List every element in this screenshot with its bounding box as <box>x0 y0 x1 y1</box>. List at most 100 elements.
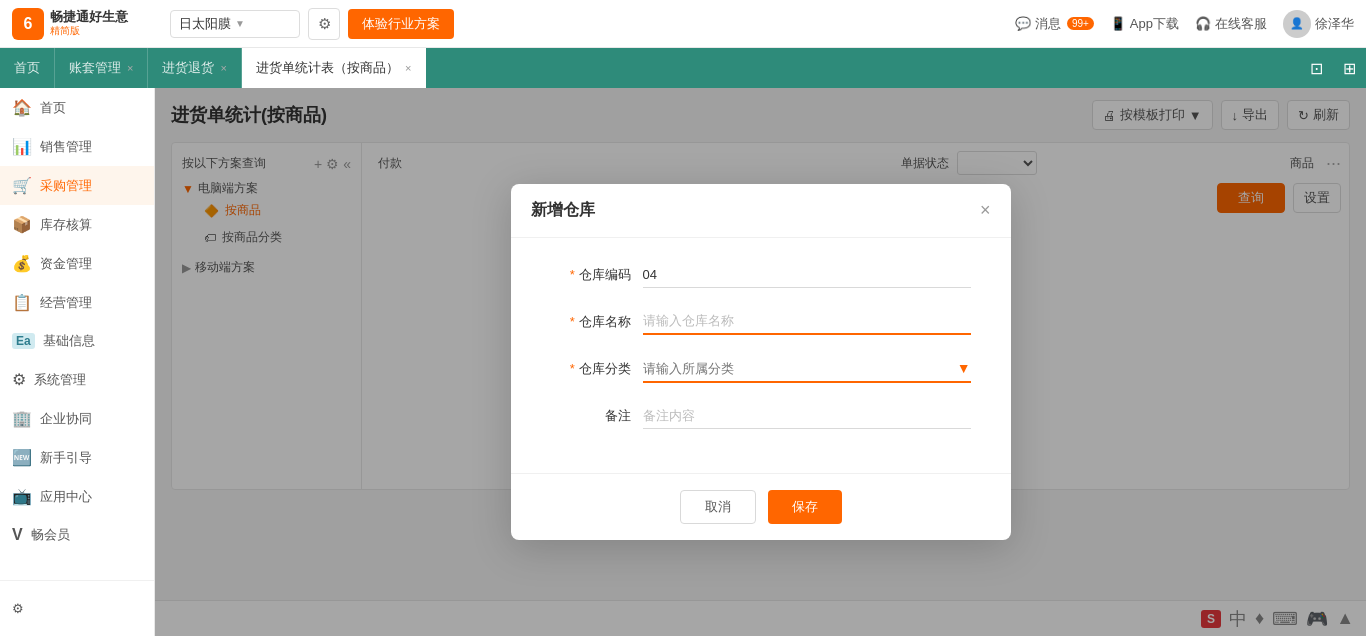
brand-name: 畅捷通好生意 <box>50 9 128 25</box>
note-input[interactable] <box>643 403 971 429</box>
sidebar-item-inventory[interactable]: 📦 库存核算 <box>0 205 154 244</box>
vip-icon: V <box>12 526 23 544</box>
finance-icon: 💰 <box>12 254 32 273</box>
sales-icon: 📊 <box>12 137 32 156</box>
basic-info-icon: Ea <box>12 333 35 349</box>
cancel-button[interactable]: 取消 <box>680 490 756 524</box>
settings-bottom-icon: ⚙ <box>12 601 24 616</box>
sidebar-item-basic-info[interactable]: Ea 基础信息 <box>0 322 154 360</box>
code-input[interactable] <box>643 262 971 288</box>
new-warehouse-modal: 新增仓库 × 仓库编码 仓库名称 仓库 <box>511 184 1011 540</box>
sidebar-item-operation-label: 经营管理 <box>40 294 92 312</box>
sidebar-item-app-center-label: 应用中心 <box>40 488 92 506</box>
name-label: 仓库名称 <box>551 313 631 331</box>
guide-icon: 🆕 <box>12 448 32 467</box>
sidebar-item-operation[interactable]: 📋 经营管理 <box>0 283 154 322</box>
app-download-item[interactable]: 📱 App下载 <box>1110 15 1179 33</box>
user-item[interactable]: 👤 徐泽华 <box>1283 10 1354 38</box>
tab-purchase-stat-label: 进货单统计表（按商品） <box>256 59 399 77</box>
inventory-icon: 📦 <box>12 215 32 234</box>
tab-bar: 首页 账套管理 × 进货退货 × 进货单统计表（按商品） × ⊡ ⊞ <box>0 48 1366 88</box>
modal-header: 新增仓库 × <box>511 184 1011 238</box>
tab-right-buttons: ⊡ ⊞ <box>1300 59 1366 78</box>
tab-home-label: 首页 <box>14 59 40 77</box>
form-row-note: 备注 <box>551 403 971 429</box>
content-area: 进货单统计(按商品) 🖨 按模板打印 ▼ ↓ 导出 ↻ 刷新 <box>155 88 1366 636</box>
sidebar-item-finance-label: 资金管理 <box>40 255 92 273</box>
messages-item[interactable]: 💬 消息 99+ <box>1015 15 1094 33</box>
purchase-icon: 🛒 <box>12 176 32 195</box>
tab-purchase-return-close[interactable]: × <box>220 62 226 74</box>
modal-footer: 取消 保存 <box>511 473 1011 540</box>
sidebar-item-system[interactable]: ⚙ 系统管理 <box>0 360 154 399</box>
tab-purchase-return-label: 进货退货 <box>162 59 214 77</box>
name-input[interactable] <box>643 308 971 335</box>
headset-icon: 🎧 <box>1195 16 1211 31</box>
store-arrow-icon: ▼ <box>235 18 245 29</box>
app-download-icon: 📱 <box>1110 16 1126 31</box>
tab-purchase-stat[interactable]: 进货单统计表（按商品） × <box>242 48 426 88</box>
sidebar-item-app-center[interactable]: 📺 应用中心 <box>0 477 154 516</box>
home-icon: 🏠 <box>12 98 32 117</box>
sidebar-item-purchase-label: 采购管理 <box>40 177 92 195</box>
message-icon: 💬 <box>1015 16 1031 31</box>
enterprise-icon: 🏢 <box>12 409 32 428</box>
settings-icon[interactable]: ⚙ <box>308 8 340 40</box>
user-avatar-icon: 👤 <box>1290 17 1304 30</box>
sidebar-item-guide-label: 新手引导 <box>40 449 92 467</box>
sidebar-item-home-label: 首页 <box>40 99 66 117</box>
sidebar-item-purchase[interactable]: 🛒 采购管理 <box>0 166 154 205</box>
sidebar: 🏠 首页 📊 销售管理 🛒 采购管理 📦 库存核算 💰 资金管理 📋 经营管理 … <box>0 88 155 636</box>
online-service-label: 在线客服 <box>1215 15 1267 33</box>
sidebar-bottom-settings[interactable]: ⚙ <box>0 591 154 626</box>
note-label: 备注 <box>551 407 631 425</box>
sidebar-item-enterprise-label: 企业协同 <box>40 410 92 428</box>
main-layout: 🏠 首页 📊 销售管理 🛒 采购管理 📦 库存核算 💰 资金管理 📋 经营管理 … <box>0 88 1366 636</box>
code-label: 仓库编码 <box>551 266 631 284</box>
store-name: 日太阳膜 <box>179 15 231 33</box>
tab-expand-icon[interactable]: ⊞ <box>1333 59 1366 78</box>
tab-account-label: 账套管理 <box>69 59 121 77</box>
app-download-label: App下载 <box>1130 15 1179 33</box>
online-service-item[interactable]: 🎧 在线客服 <box>1195 15 1267 33</box>
modal-title: 新增仓库 <box>531 200 595 221</box>
tab-restore-icon[interactable]: ⊡ <box>1300 59 1333 78</box>
app-center-icon: 📺 <box>12 487 32 506</box>
operation-icon: 📋 <box>12 293 32 312</box>
header-right: 💬 消息 99+ 📱 App下载 🎧 在线客服 👤 徐泽华 <box>1015 10 1354 38</box>
tab-purchase-stat-close[interactable]: × <box>405 62 411 74</box>
sidebar-item-enterprise[interactable]: 🏢 企业协同 <box>0 399 154 438</box>
store-selector[interactable]: 日太阳膜 ▼ <box>170 10 300 38</box>
messages-label: 消息 <box>1035 15 1061 33</box>
tab-account-close[interactable]: × <box>127 62 133 74</box>
sidebar-item-home[interactable]: 🏠 首页 <box>0 88 154 127</box>
trial-button[interactable]: 体验行业方案 <box>348 9 454 39</box>
sidebar-item-vip[interactable]: V 畅会员 <box>0 516 154 554</box>
form-row-name: 仓库名称 <box>551 308 971 335</box>
sidebar-item-sales-label: 销售管理 <box>40 138 92 156</box>
modal-overlay: 新增仓库 × 仓库编码 仓库名称 仓库 <box>155 88 1366 636</box>
sidebar-item-sales[interactable]: 📊 销售管理 <box>0 127 154 166</box>
sidebar-item-finance[interactable]: 💰 资金管理 <box>0 244 154 283</box>
category-dropdown-icon[interactable]: ▼ <box>957 360 971 376</box>
sidebar-bottom: ⚙ <box>0 580 154 636</box>
sidebar-item-inventory-label: 库存核算 <box>40 216 92 234</box>
logo-area: 6 畅捷通好生意 精简版 <box>12 8 162 40</box>
sidebar-item-vip-label: 畅会员 <box>31 526 70 544</box>
message-badge: 99+ <box>1067 17 1094 30</box>
form-row-category: 仓库分类 ▼ <box>551 355 971 383</box>
tab-home[interactable]: 首页 <box>0 48 55 88</box>
sidebar-item-system-label: 系统管理 <box>34 371 86 389</box>
modal-close-button[interactable]: × <box>980 200 991 221</box>
sidebar-item-basic-info-label: 基础信息 <box>43 332 95 350</box>
brand-sub: 精简版 <box>50 24 128 38</box>
save-button[interactable]: 保存 <box>768 490 842 524</box>
modal-body: 仓库编码 仓库名称 仓库分类 ▼ <box>511 238 1011 473</box>
category-input[interactable] <box>643 361 957 376</box>
avatar: 👤 <box>1283 10 1311 38</box>
tab-purchase-return[interactable]: 进货退货 × <box>148 48 241 88</box>
sidebar-item-guide[interactable]: 🆕 新手引导 <box>0 438 154 477</box>
user-name: 徐泽华 <box>1315 15 1354 33</box>
logo-icon: 6 <box>12 8 44 40</box>
tab-account[interactable]: 账套管理 × <box>55 48 148 88</box>
